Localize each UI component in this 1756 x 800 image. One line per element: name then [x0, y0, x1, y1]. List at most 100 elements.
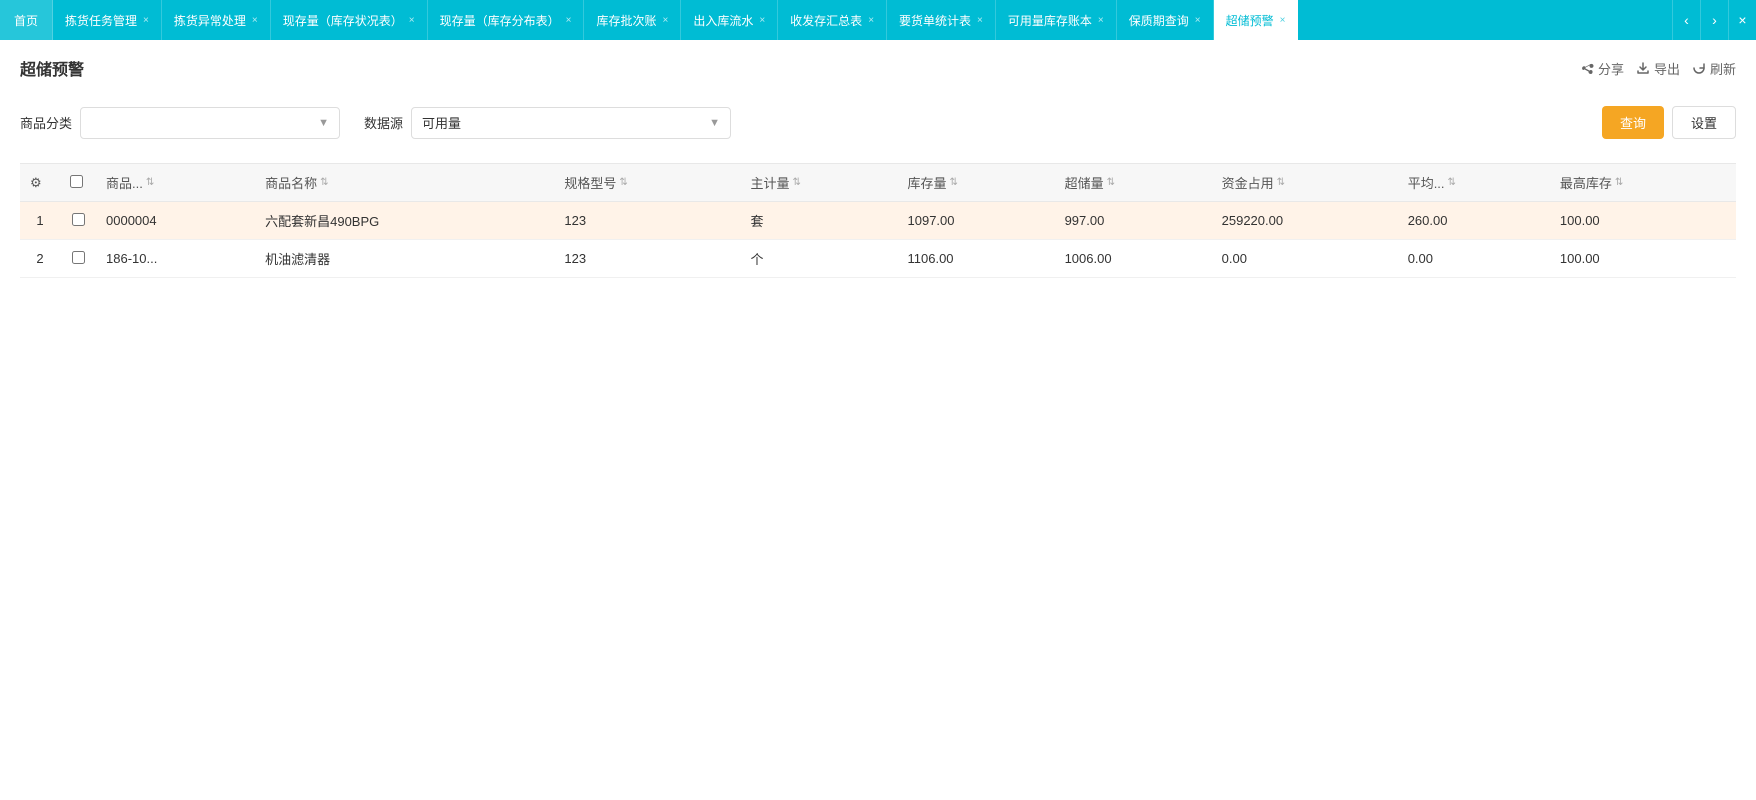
chevron-down-icon: ▼ [709, 117, 720, 129]
col-header-capital[interactable]: 资金占用 ⇅ [1222, 173, 1388, 192]
cell-product-code: 0000004 [96, 202, 255, 240]
close-icon[interactable]: × [759, 15, 765, 26]
nav-tab-overstock[interactable]: 超储预警 × [1214, 0, 1299, 40]
top-nav: 首页 拣货任务管理 × 拣货异常处理 × 现存量（库存状况表） × 现存量（库存… [0, 0, 1756, 40]
cell-avg: 0.00 [1398, 240, 1550, 278]
col-inventory-label: 库存量 [908, 173, 947, 192]
collect-label: 收发存汇总表 [790, 12, 862, 29]
nav-tab-collect[interactable]: 收发存汇总表 × [778, 0, 887, 40]
sort-icon: ⇅ [792, 177, 800, 188]
col-header-max-stock[interactable]: 最高库存 ⇅ [1560, 173, 1726, 192]
category-select[interactable]: ▼ [80, 107, 340, 139]
refresh-label: 刷新 [1710, 59, 1736, 78]
table-row: 2 186-10... 机油滤清器 123 个 1106.00 1006.00 … [20, 240, 1736, 278]
sort-icon: ⇅ [950, 177, 958, 188]
cell-capital: 259220.00 [1212, 202, 1398, 240]
gear-column-header: ⚙ [20, 164, 60, 202]
col-spec: 规格型号 ⇅ [554, 164, 740, 202]
gear-icon[interactable]: ⚙ [30, 175, 42, 190]
nav-tab-inventory-dist[interactable]: 现存量（库存分布表） × [428, 0, 585, 40]
page-content: 超储预警 分享 导出 刷新 [0, 40, 1756, 800]
sort-icon: ⇅ [1277, 177, 1285, 188]
cell-product-code: 186-10... [96, 240, 255, 278]
nav-tab-abnormal[interactable]: 拣货异常处理 × [162, 0, 271, 40]
close-icon[interactable]: × [977, 15, 983, 26]
nav-tab-home[interactable]: 首页 [0, 0, 53, 40]
nav-tab-inventory-status[interactable]: 现存量（库存状况表） × [271, 0, 428, 40]
col-overstock: 超储量 ⇅ [1055, 164, 1212, 202]
datasource-value: 可用量 [422, 113, 709, 132]
close-icon[interactable]: × [252, 15, 258, 26]
home-label: 首页 [14, 12, 38, 29]
order-stat-label: 要货单统计表 [899, 12, 971, 29]
query-button[interactable]: 查询 [1602, 106, 1664, 139]
col-avg-label: 平均... [1408, 173, 1445, 192]
cell-avg: 260.00 [1398, 202, 1550, 240]
close-icon[interactable]: × [409, 15, 415, 26]
cell-inventory: 1097.00 [898, 202, 1055, 240]
share-action[interactable]: 分享 [1580, 59, 1624, 78]
sort-icon: ⇅ [146, 177, 154, 188]
cell-spec: 123 [554, 240, 740, 278]
col-spec-label: 规格型号 [564, 173, 616, 192]
refresh-icon [1692, 61, 1706, 75]
page-actions: 分享 导出 刷新 [1580, 59, 1736, 78]
col-header-product-code[interactable]: 商品... ⇅ [106, 173, 245, 192]
col-product-code-label: 商品... [106, 173, 143, 192]
category-label: 商品分类 [20, 113, 72, 132]
table-header-row: ⚙ 商品... ⇅ 商品名称 ⇅ [20, 164, 1736, 202]
close-icon[interactable]: × [143, 15, 149, 26]
cell-max-stock: 100.00 [1550, 202, 1736, 240]
nav-arrows: ‹ › × [1672, 0, 1756, 40]
refresh-action[interactable]: 刷新 [1692, 59, 1736, 78]
col-header-spec[interactable]: 规格型号 ⇅ [564, 173, 730, 192]
col-header-overstock[interactable]: 超储量 ⇅ [1065, 173, 1202, 192]
inventory-status-label: 现存量（库存状况表） [283, 12, 403, 29]
row-number: 2 [20, 240, 60, 278]
available-label: 可用量库存账本 [1008, 12, 1092, 29]
export-label: 导出 [1654, 59, 1680, 78]
close-icon[interactable]: × [1098, 15, 1104, 26]
sort-icon: ⇅ [1107, 177, 1115, 188]
nav-arrow-right[interactable]: › [1700, 0, 1728, 40]
nav-arrow-close[interactable]: × [1728, 0, 1756, 40]
col-unit: 主计量 ⇅ [740, 164, 897, 202]
nav-tab-quality[interactable]: 保质期查询 × [1117, 0, 1214, 40]
col-header-inventory[interactable]: 库存量 ⇅ [908, 173, 1045, 192]
col-product-name: 商品名称 ⇅ [255, 164, 554, 202]
filter-row: 商品分类 ▼ 数据源 可用量 ▼ 查询 设置 [20, 96, 1736, 149]
col-header-product-name[interactable]: 商品名称 ⇅ [265, 173, 544, 192]
nav-tab-available[interactable]: 可用量库存账本 × [996, 0, 1117, 40]
close-icon[interactable]: × [1280, 15, 1286, 26]
nav-tab-inout[interactable]: 出入库流水 × [681, 0, 778, 40]
col-unit-label: 主计量 [750, 173, 789, 192]
chevron-down-icon: ▼ [318, 117, 329, 129]
datasource-select[interactable]: 可用量 ▼ [411, 107, 731, 139]
col-header-avg[interactable]: 平均... ⇅ [1408, 173, 1540, 192]
checkbox-column-header [60, 164, 96, 202]
row-checkbox[interactable] [72, 213, 85, 226]
nav-tab-batch[interactable]: 库存批次账 × [584, 0, 681, 40]
row-number: 1 [20, 202, 60, 240]
nav-tab-order-stat[interactable]: 要货单统计表 × [887, 0, 996, 40]
sort-icon: ⇅ [320, 177, 328, 188]
cell-product-name: 六配套新昌490BPG [255, 202, 554, 240]
settings-button[interactable]: 设置 [1672, 106, 1736, 139]
select-all-checkbox[interactable] [70, 175, 83, 188]
nav-arrow-left[interactable]: ‹ [1672, 0, 1700, 40]
row-checkbox[interactable] [72, 251, 85, 264]
overstock-label: 超储预警 [1226, 12, 1274, 29]
cell-unit: 个 [740, 240, 897, 278]
row-checkbox-cell [60, 240, 96, 278]
cell-capital: 0.00 [1212, 240, 1398, 278]
export-action[interactable]: 导出 [1636, 59, 1680, 78]
page-header: 超储预警 分享 导出 刷新 [20, 56, 1736, 80]
close-icon[interactable]: × [566, 15, 572, 26]
close-icon[interactable]: × [662, 15, 668, 26]
col-header-unit[interactable]: 主计量 ⇅ [750, 173, 887, 192]
close-icon[interactable]: × [868, 15, 874, 26]
cell-spec: 123 [554, 202, 740, 240]
close-icon[interactable]: × [1195, 15, 1201, 26]
col-max-stock: 最高库存 ⇅ [1550, 164, 1736, 202]
nav-tab-task[interactable]: 拣货任务管理 × [53, 0, 162, 40]
